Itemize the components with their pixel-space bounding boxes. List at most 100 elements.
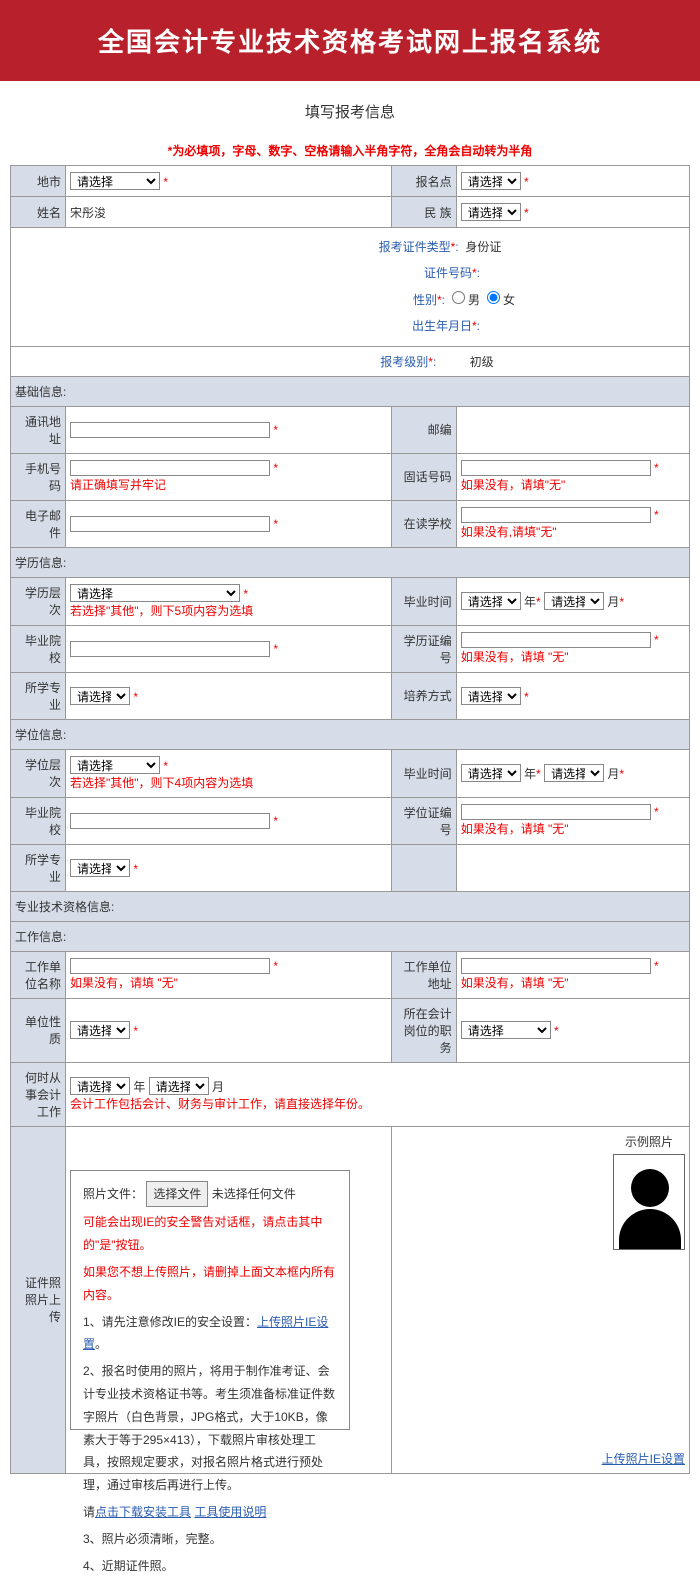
registration-form: 地市 请选择 * 报名点 请选择 * 姓名 宋彤浚 民 族 请选择 * 报考证件… bbox=[10, 165, 690, 1474]
radio-female[interactable] bbox=[487, 291, 500, 304]
cell-city: 请选择 * bbox=[66, 166, 392, 197]
label-city: 地市 bbox=[11, 166, 66, 197]
section-degree: 学位信息: bbox=[11, 719, 690, 749]
label-zip: 邮编 bbox=[391, 406, 456, 453]
hint-workstart: 会计工作包括会计、财务与审计工作，请直接选择年份。 bbox=[70, 1097, 370, 1111]
label-degcert: 学位证编号 bbox=[391, 797, 456, 844]
label-unittype: 单位性质 bbox=[11, 998, 66, 1062]
cell-name: 宋彤浚 bbox=[66, 197, 392, 228]
page-title: 填写报考信息 bbox=[0, 81, 700, 132]
choose-file-button[interactable]: 选择文件 bbox=[146, 1181, 208, 1208]
label-school: 在读学校 bbox=[391, 500, 456, 547]
no-file-text: 未选择任何文件 bbox=[212, 1187, 296, 1201]
label-idno: 证件号码*: bbox=[220, 260, 480, 286]
id-info-block: 报考证件类型*: 身份证 证件号码*: 性别*: 男 女 出生年月日*: bbox=[11, 228, 690, 347]
instr2: 2、报名时使用的照片，将用于制作准考证、会计专业技术资格证书等。考生须准备标准证… bbox=[83, 1360, 337, 1497]
cell-ethnic: 请选择 * bbox=[456, 197, 689, 228]
label-addr: 通讯地址 bbox=[11, 406, 66, 453]
value-level: 初级 bbox=[470, 355, 494, 369]
label-gradschool: 毕业院校 bbox=[11, 625, 66, 672]
page-header: 全国会计专业技术资格考试网上报名系统 bbox=[0, 0, 700, 81]
input-school[interactable] bbox=[461, 507, 651, 523]
hint-workunit: 如果没有，请填 "无" bbox=[70, 976, 178, 990]
tool-guide-link[interactable]: 工具使用说明 bbox=[194, 1505, 266, 1519]
input-email[interactable] bbox=[70, 516, 270, 532]
section-edu: 学历信息: bbox=[11, 547, 690, 577]
select-grad-month[interactable]: 请选择 bbox=[544, 592, 604, 610]
hint-edulevel: 若选择"其他"，则下5项内容为选填 bbox=[70, 604, 253, 618]
select-grad-year[interactable]: 请选择 bbox=[461, 592, 521, 610]
label-position: 所在会计岗位的职务 bbox=[391, 998, 456, 1062]
photo-warn2: 如果您不想上传照片，请删掉上面文本框内所有内容。 bbox=[83, 1261, 337, 1307]
cell-sample-photo: 示例照片 上传照片IE设置 bbox=[391, 1126, 689, 1473]
select-trainmode[interactable]: 请选择 bbox=[461, 687, 521, 705]
input-workunit[interactable] bbox=[70, 958, 270, 974]
instr3: 3、照片必须清晰，完整。 bbox=[83, 1528, 337, 1551]
sample-photo-caption: 示例照片 bbox=[613, 1133, 685, 1154]
hint-mobile: 请正确填写并牢记 bbox=[70, 478, 166, 492]
label-workunit: 工作单位名称 bbox=[11, 951, 66, 998]
label-name: 姓名 bbox=[11, 197, 66, 228]
label-gradtime: 毕业时间 bbox=[391, 577, 456, 625]
label-deg-major: 所学专业 bbox=[11, 844, 66, 891]
select-deg-year[interactable]: 请选择 bbox=[461, 764, 521, 782]
select-deglevel[interactable]: 请选择 bbox=[70, 756, 160, 774]
radio-female-label[interactable]: 女 bbox=[487, 293, 515, 307]
instr4: 4、近期证件照。 bbox=[83, 1555, 337, 1577]
label-idtype: 报考证件类型*: bbox=[199, 234, 459, 260]
section-protitle: 专业技术资格信息: bbox=[11, 891, 690, 921]
hint-phone: 如果没有，请填"无" bbox=[461, 478, 566, 492]
level-block: 报考级别*: 初级 bbox=[11, 346, 690, 376]
label-gender: 性别*: bbox=[185, 287, 445, 313]
hint-school: 如果没有,请填"无" bbox=[461, 525, 557, 539]
select-site[interactable]: 请选择 bbox=[461, 172, 521, 190]
photo-warn1: 可能会出现IE的安全警告对话框，请点击其中的"是"按钮。 bbox=[83, 1211, 337, 1257]
hint-deglevel: 若选择"其他"，则下4项内容为选填 bbox=[70, 776, 253, 790]
label-email: 电子邮件 bbox=[11, 500, 66, 547]
hint-workaddr: 如果没有，请填 "无" bbox=[461, 976, 569, 990]
label-dob: 出生年月日*: bbox=[220, 313, 480, 339]
input-workaddr[interactable] bbox=[461, 958, 651, 974]
radio-male[interactable] bbox=[452, 291, 465, 304]
value-idtype: 身份证 bbox=[465, 240, 501, 254]
label-level: 报考级别*: bbox=[206, 353, 436, 370]
select-deg-major[interactable]: 请选择 bbox=[70, 859, 130, 877]
select-city[interactable]: 请选择 bbox=[70, 172, 160, 190]
label-phone: 固话号码 bbox=[391, 453, 456, 500]
input-degcert[interactable] bbox=[461, 804, 651, 820]
label-deglevel: 学位层次 bbox=[11, 749, 66, 797]
radio-male-label[interactable]: 男 bbox=[452, 293, 480, 307]
label-photo: 证件照照片上传 bbox=[11, 1126, 66, 1473]
label-mobile: 手机号码 bbox=[11, 453, 66, 500]
select-ethnic[interactable]: 请选择 bbox=[461, 203, 521, 221]
ie-setting-link-bottom[interactable]: 上传照片IE设置 bbox=[602, 1452, 685, 1466]
cell-photo-instructions: 照片文件： 选择文件 未选择任何文件 可能会出现IE的安全警告对话框，请点击其中… bbox=[66, 1126, 392, 1473]
select-position[interactable]: 请选择 bbox=[461, 1021, 551, 1039]
label-trainmode: 培养方式 bbox=[391, 672, 456, 719]
select-workstart-year[interactable]: 请选择 bbox=[70, 1077, 130, 1095]
input-addr[interactable] bbox=[70, 422, 270, 438]
label-edulevel: 学历层次 bbox=[11, 577, 66, 625]
input-gradschool[interactable] bbox=[70, 641, 270, 657]
select-edulevel[interactable]: 请选择 bbox=[70, 584, 240, 602]
hint-degcert: 如果没有，请填 "无" bbox=[461, 822, 569, 836]
photo-instruction-box: 照片文件： 选择文件 未选择任何文件 可能会出现IE的安全警告对话框，请点击其中… bbox=[70, 1170, 350, 1430]
required-star: * bbox=[524, 175, 529, 189]
download-tool-link[interactable]: 点击下载安装工具 bbox=[95, 1505, 191, 1519]
input-phone[interactable] bbox=[461, 460, 651, 476]
select-unittype[interactable]: 请选择 bbox=[70, 1021, 130, 1039]
select-deg-month[interactable]: 请选择 bbox=[544, 764, 604, 782]
label-workaddr: 工作单位地址 bbox=[391, 951, 456, 998]
label-major: 所学专业 bbox=[11, 672, 66, 719]
required-star: * bbox=[163, 175, 168, 189]
section-base: 基础信息: bbox=[11, 376, 690, 406]
input-educert[interactable] bbox=[461, 632, 651, 648]
select-workstart-month[interactable]: 请选择 bbox=[149, 1077, 209, 1095]
input-mobile[interactable] bbox=[70, 460, 270, 476]
select-major[interactable]: 请选择 bbox=[70, 687, 130, 705]
input-deg-school[interactable] bbox=[70, 813, 270, 829]
hint-educert: 如果没有，请填 "无" bbox=[461, 650, 569, 664]
label-deg-gradtime: 毕业时间 bbox=[391, 749, 456, 797]
label-workstart: 何时从事会计工作 bbox=[11, 1062, 66, 1126]
section-work: 工作信息: bbox=[11, 921, 690, 951]
